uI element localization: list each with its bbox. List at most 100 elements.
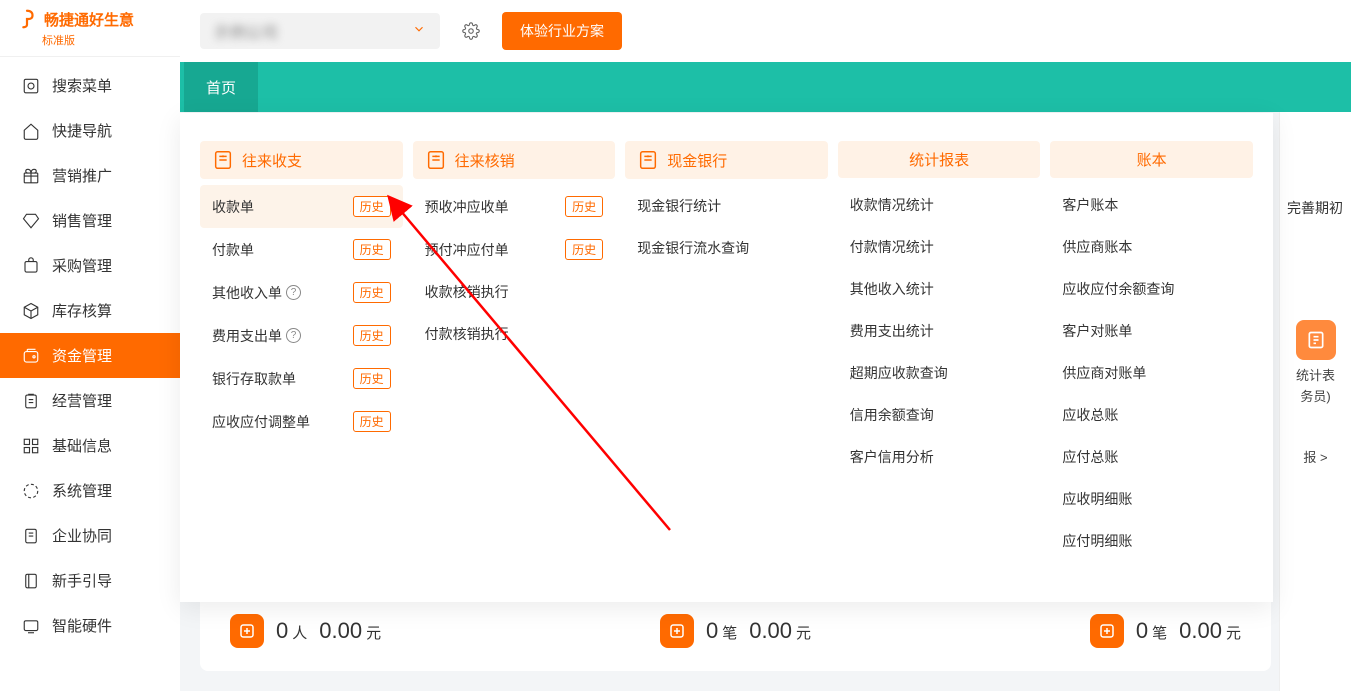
item-label: 应收应付余额查询 bbox=[1062, 279, 1174, 299]
help-icon[interactable]: ? bbox=[286, 285, 301, 300]
industry-solution-button[interactable]: 体验行业方案 bbox=[502, 12, 622, 50]
sidebar-item-8[interactable]: 基础信息 bbox=[0, 423, 180, 468]
stat-amount: 0.00 bbox=[319, 618, 362, 644]
megamenu-item[interactable]: 付款情况统计 bbox=[838, 226, 1041, 268]
item-label: 应收总账 bbox=[1062, 405, 1118, 425]
sidebar-item-label: 快捷导航 bbox=[52, 120, 112, 141]
item-label: 应收应付调整单 bbox=[212, 412, 310, 432]
sidebar-item-5[interactable]: 库存核算 bbox=[0, 288, 180, 333]
grid-icon bbox=[22, 437, 40, 455]
sidebar-item-7[interactable]: 经营管理 bbox=[0, 378, 180, 423]
item-label: 应收明细账 bbox=[1062, 489, 1132, 509]
scan-icon bbox=[22, 77, 40, 95]
settings-button[interactable] bbox=[456, 16, 486, 46]
megamenu-item[interactable]: 信用余额查询 bbox=[838, 394, 1041, 436]
gift-icon bbox=[22, 167, 40, 185]
sidebar-item-1[interactable]: 快捷导航 bbox=[0, 108, 180, 153]
history-button[interactable]: 历史 bbox=[353, 196, 391, 217]
sidebar: 畅捷通好生意 标准版 搜索菜单快捷导航营销推广销售管理采购管理库存核算资金管理经… bbox=[0, 0, 180, 691]
brand-block: 畅捷通好生意 标准版 bbox=[0, 0, 180, 57]
col-title: 现金银行 bbox=[667, 150, 727, 171]
sidebar-item-label: 销售管理 bbox=[52, 210, 112, 231]
sidebar-item-12[interactable]: 智能硬件 bbox=[0, 603, 180, 648]
history-button[interactable]: 历史 bbox=[353, 239, 391, 260]
megamenu-item[interactable]: 应付明细账 bbox=[1050, 520, 1253, 562]
megamenu-item[interactable]: 供应商对账单 bbox=[1050, 352, 1253, 394]
sidebar-item-2[interactable]: 营销推广 bbox=[0, 153, 180, 198]
stat-amount-unit: 元 bbox=[1226, 622, 1241, 643]
history-button[interactable]: 历史 bbox=[565, 196, 603, 217]
sidebar-item-label: 新手引导 bbox=[52, 570, 112, 591]
document-icon bbox=[637, 149, 659, 171]
sidebar-item-6[interactable]: 资金管理 bbox=[0, 333, 180, 378]
org-selector[interactable]: 示例公司 bbox=[200, 13, 440, 49]
brand-logo-icon bbox=[16, 8, 38, 30]
megamenu-item[interactable]: 付款单历史 bbox=[200, 228, 403, 271]
megamenu-item[interactable]: 银行存取款单历史 bbox=[200, 357, 403, 400]
history-button[interactable]: 历史 bbox=[353, 368, 391, 389]
megamenu-item[interactable]: 收款单 历史 bbox=[200, 185, 403, 228]
sidebar-item-label: 基础信息 bbox=[52, 435, 112, 456]
megamenu-item[interactable]: 应收总账 bbox=[1050, 394, 1253, 436]
sidebar-item-4[interactable]: 采购管理 bbox=[0, 243, 180, 288]
col-title: 统计报表 bbox=[909, 149, 969, 170]
megamenu-item[interactable]: 费用支出统计 bbox=[838, 310, 1041, 352]
megamenu-item[interactable]: 供应商账本 bbox=[1050, 226, 1253, 268]
megamenu-item[interactable]: 客户对账单 bbox=[1050, 310, 1253, 352]
sidebar-nav: 搜索菜单快捷导航营销推广销售管理采购管理库存核算资金管理经营管理基础信息系统管理… bbox=[0, 57, 180, 654]
stat-block-0: 0人 0.00元 bbox=[230, 614, 381, 648]
history-button[interactable]: 历史 bbox=[353, 411, 391, 432]
sidebar-item-9[interactable]: 系统管理 bbox=[0, 468, 180, 513]
megamenu-item[interactable]: 应收应付余额查询 bbox=[1050, 268, 1253, 310]
megamenu-item[interactable]: 客户信用分析 bbox=[838, 436, 1041, 478]
megamenu-item[interactable]: 其他收入单?历史 bbox=[200, 271, 403, 314]
hint-report-more[interactable]: 报 > bbox=[1303, 448, 1327, 469]
item-label: 收款情况统计 bbox=[850, 195, 934, 215]
item-label: 收款核销执行 bbox=[425, 282, 509, 302]
sidebar-item-3[interactable]: 销售管理 bbox=[0, 198, 180, 243]
box-icon bbox=[22, 302, 40, 320]
megamenu-col-header: 统计报表 bbox=[838, 141, 1041, 178]
sidebar-item-10[interactable]: 企业协同 bbox=[0, 513, 180, 558]
item-label: 客户账本 bbox=[1062, 195, 1118, 215]
history-button[interactable]: 历史 bbox=[353, 282, 391, 303]
item-label: 收款单 bbox=[212, 197, 254, 217]
item-label: 客户对账单 bbox=[1062, 321, 1132, 341]
megamenu-item[interactable]: 收款情况统计 bbox=[838, 184, 1041, 226]
chevron-down-icon bbox=[412, 22, 426, 41]
megamenu-item[interactable]: 应付总账 bbox=[1050, 436, 1253, 478]
megamenu-item[interactable]: 客户账本 bbox=[1050, 184, 1253, 226]
stat-block-2: 0笔 0.00元 bbox=[1090, 614, 1241, 648]
megamenu-item[interactable]: 付款核销执行 bbox=[413, 313, 616, 355]
help-icon[interactable]: ? bbox=[286, 328, 301, 343]
col-title: 往来收支 bbox=[242, 150, 302, 171]
document-icon bbox=[425, 149, 447, 171]
megamenu-item[interactable]: 现金银行统计 bbox=[625, 185, 828, 227]
quick-report-icon[interactable] bbox=[1296, 320, 1336, 360]
sidebar-item-label: 采购管理 bbox=[52, 255, 112, 276]
megamenu-item[interactable]: 应收应付调整单 历史 bbox=[200, 400, 403, 443]
megamenu-item[interactable]: 超期应收款查询 bbox=[838, 352, 1041, 394]
history-button[interactable]: 历史 bbox=[565, 239, 603, 260]
megamenu-item[interactable]: 收款核销执行 bbox=[413, 271, 616, 313]
stat-icon bbox=[230, 614, 264, 648]
diamond-icon bbox=[22, 212, 40, 230]
history-button[interactable]: 历史 bbox=[353, 325, 391, 346]
item-label: 付款核销执行 bbox=[425, 324, 509, 344]
megamenu-item[interactable]: 预付冲应付单历史 bbox=[413, 228, 616, 271]
megamenu-item[interactable]: 其他收入统计 bbox=[838, 268, 1041, 310]
item-label: 供应商账本 bbox=[1062, 237, 1132, 257]
item-label: 现金银行流水查询 bbox=[637, 238, 749, 258]
sidebar-item-0[interactable]: 搜索菜单 bbox=[0, 63, 180, 108]
megamenu-item[interactable]: 预收冲应收单 历史 bbox=[413, 185, 616, 228]
megamenu-item[interactable]: 应收明细账 bbox=[1050, 478, 1253, 520]
megamenu-item[interactable]: 费用支出单?历史 bbox=[200, 314, 403, 357]
sidebar-item-label: 企业协同 bbox=[52, 525, 112, 546]
sidebar-item-11[interactable]: 新手引导 bbox=[0, 558, 180, 603]
home-icon bbox=[22, 122, 40, 140]
tab-home[interactable]: 首页 bbox=[184, 62, 258, 112]
item-label: 预收冲应收单 bbox=[425, 197, 509, 217]
megamenu-item[interactable]: 现金银行流水查询 bbox=[625, 227, 828, 269]
sidebar-item-label: 搜索菜单 bbox=[52, 75, 112, 96]
stat-icon bbox=[1090, 614, 1124, 648]
